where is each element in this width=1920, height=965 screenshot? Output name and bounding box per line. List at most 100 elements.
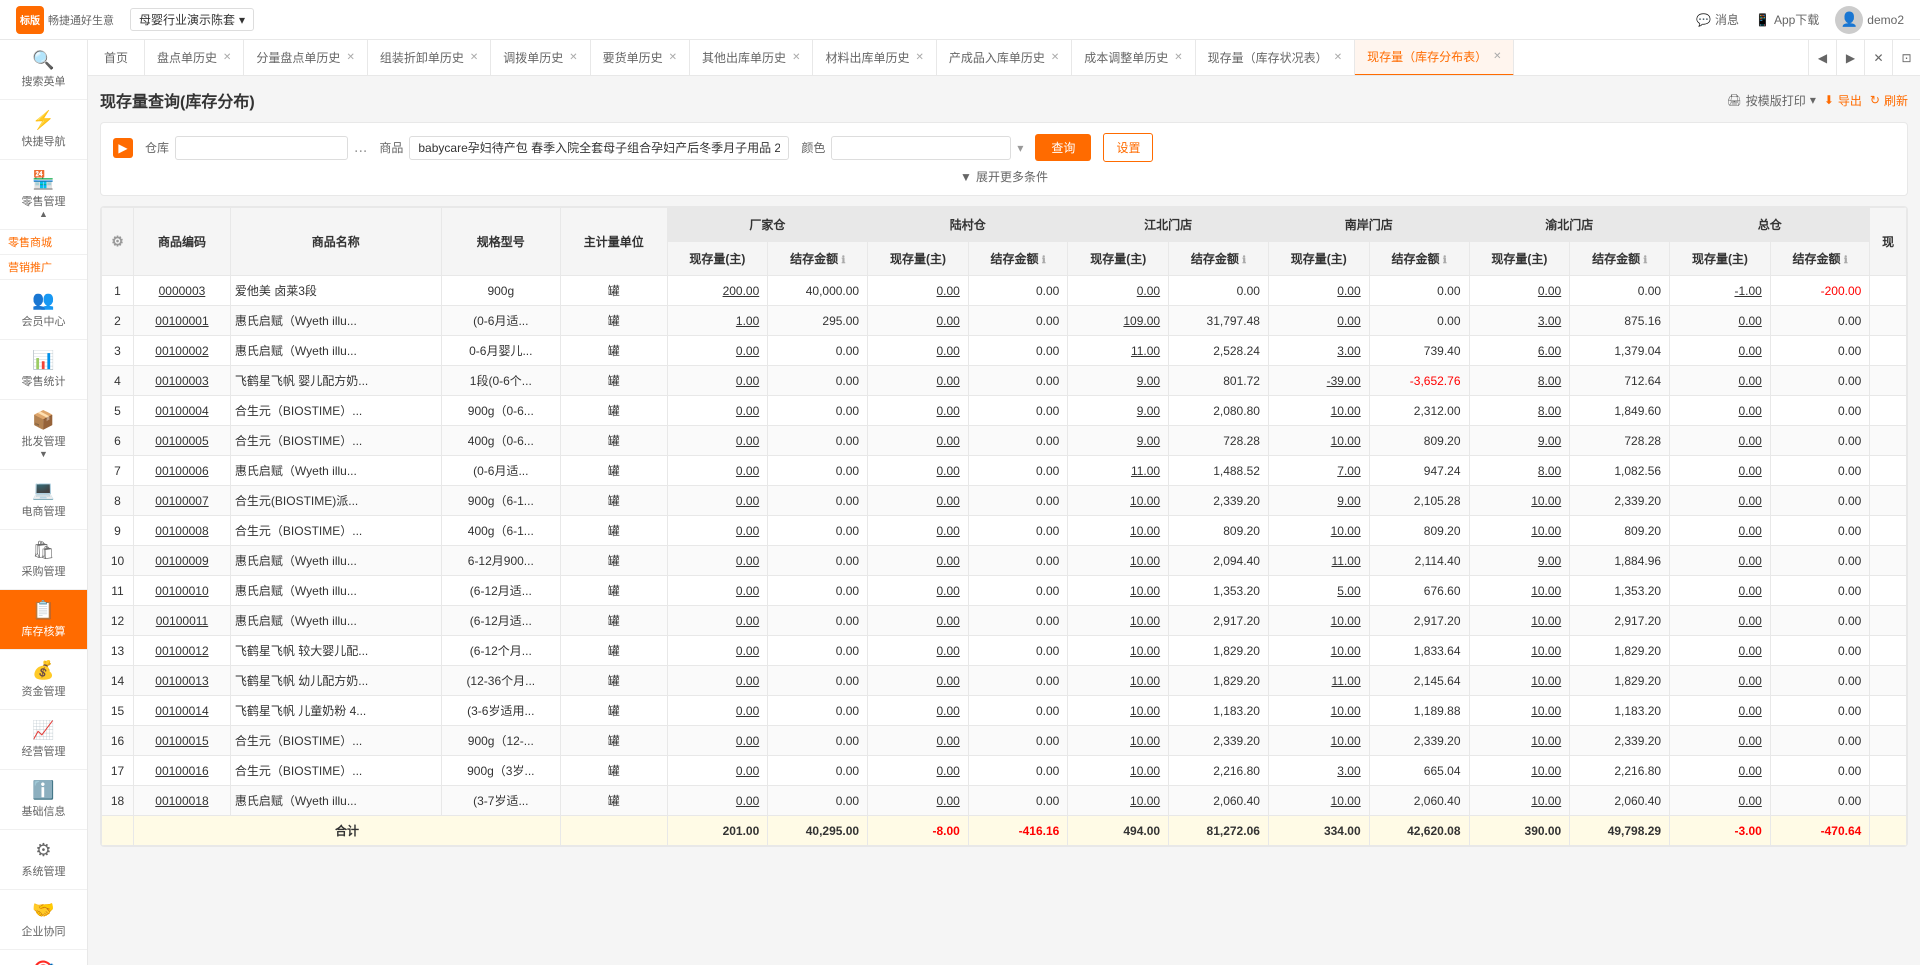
row-na-qty[interactable]: 10.00 [1268, 786, 1369, 816]
sidebar-item-inventory[interactable]: 📋 库存核算 [0, 590, 87, 650]
row-lu-qty[interactable]: 0.00 [868, 576, 969, 606]
row-t-qty[interactable]: 0.00 [1670, 516, 1771, 546]
row-lu-qty[interactable]: 0.00 [868, 306, 969, 336]
row-na-qty[interactable]: 10.00 [1268, 606, 1369, 636]
row-jb-qty[interactable]: 9.00 [1068, 396, 1169, 426]
row-jb-qty[interactable]: 10.00 [1068, 606, 1169, 636]
color-dropdown-icon[interactable]: ▾ [1017, 141, 1023, 155]
row-f-qty[interactable]: 0.00 [667, 756, 768, 786]
row-f-qty[interactable]: 0.00 [667, 726, 768, 756]
row-yb-qty[interactable]: 6.00 [1469, 336, 1570, 366]
row-code[interactable]: 00100018 [134, 786, 231, 816]
row-t-qty[interactable]: 0.00 [1670, 756, 1771, 786]
row-code[interactable]: 00100010 [134, 576, 231, 606]
sidebar-item-operations[interactable]: 📈 经营管理 [0, 710, 87, 770]
row-yb-qty[interactable]: 10.00 [1469, 516, 1570, 546]
row-lu-qty[interactable]: 0.00 [868, 486, 969, 516]
row-na-qty[interactable]: 10.00 [1268, 636, 1369, 666]
row-na-qty[interactable]: -39.00 [1268, 366, 1369, 396]
tab-assemble[interactable]: 组装折卸单历史 ✕ [368, 40, 491, 76]
sidebar-item-quicknav[interactable]: ⚡ 快捷导航 [0, 100, 87, 160]
row-lu-qty[interactable]: 0.00 [868, 666, 969, 696]
row-f-qty[interactable]: 0.00 [667, 486, 768, 516]
tab-stocktake-close[interactable]: ✕ [223, 52, 231, 63]
row-lu-qty[interactable]: 0.00 [868, 426, 969, 456]
row-lu-qty[interactable]: 0.00 [868, 726, 969, 756]
row-jb-qty[interactable]: 10.00 [1068, 696, 1169, 726]
export-button[interactable]: ⬇ 导出 [1824, 92, 1862, 109]
row-na-qty[interactable]: 11.00 [1268, 546, 1369, 576]
tab-expand-btn[interactable]: ⊡ [1892, 40, 1920, 76]
row-lu-qty[interactable]: 0.00 [868, 606, 969, 636]
row-yb-qty[interactable]: 8.00 [1469, 396, 1570, 426]
tab-stocktake[interactable]: 盘点单历史 ✕ [145, 40, 244, 76]
row-yb-qty[interactable]: 10.00 [1469, 756, 1570, 786]
sidebar-item-collab[interactable]: 🤝 企业协同 [0, 890, 87, 950]
row-jb-qty[interactable]: 10.00 [1068, 486, 1169, 516]
tab-cost-adjust[interactable]: 成本调整单历史 ✕ [1072, 40, 1195, 76]
row-t-qty[interactable]: 0.00 [1670, 336, 1771, 366]
tab-close-all-btn[interactable]: ✕ [1864, 40, 1892, 76]
row-na-qty[interactable]: 10.00 [1268, 516, 1369, 546]
row-t-qty[interactable]: 0.00 [1670, 606, 1771, 636]
row-jb-qty[interactable]: 10.00 [1068, 576, 1169, 606]
sidebar-item-guide[interactable]: 🎯 新手引导 [0, 950, 87, 965]
row-yb-qty[interactable]: 3.00 [1469, 306, 1570, 336]
row-jb-qty[interactable]: 0.00 [1068, 276, 1169, 306]
filter-toggle-button[interactable]: ▶ [113, 138, 133, 158]
row-yb-qty[interactable]: 10.00 [1469, 666, 1570, 696]
row-yb-qty[interactable]: 10.00 [1469, 636, 1570, 666]
tab-part-stocktake[interactable]: 分量盘点单历史 ✕ [244, 40, 367, 76]
row-code[interactable]: 00100006 [134, 456, 231, 486]
row-code[interactable]: 00100008 [134, 516, 231, 546]
row-t-qty[interactable]: 0.00 [1670, 486, 1771, 516]
tab-stock-dist-close[interactable]: ✕ [1493, 51, 1501, 62]
row-lu-qty[interactable]: 0.00 [868, 516, 969, 546]
row-t-qty[interactable]: 0.00 [1670, 306, 1771, 336]
row-f-qty[interactable]: 0.00 [667, 366, 768, 396]
tab-material-out-close[interactable]: ✕ [915, 52, 923, 63]
row-yb-qty[interactable]: 10.00 [1469, 486, 1570, 516]
row-na-qty[interactable]: 10.00 [1268, 396, 1369, 426]
row-f-qty[interactable]: 0.00 [667, 426, 768, 456]
tab-product-in-close[interactable]: ✕ [1051, 52, 1059, 63]
row-yb-qty[interactable]: 10.00 [1469, 576, 1570, 606]
row-t-qty[interactable]: 0.00 [1670, 696, 1771, 726]
row-na-qty[interactable]: 5.00 [1268, 576, 1369, 606]
row-f-qty[interactable]: 0.00 [667, 456, 768, 486]
print-button[interactable]: 🖨 按模版打印 ▾ [1727, 92, 1816, 109]
row-jb-qty[interactable]: 10.00 [1068, 726, 1169, 756]
row-lu-qty[interactable]: 0.00 [868, 336, 969, 366]
row-yb-qty[interactable]: 0.00 [1469, 276, 1570, 306]
row-yb-qty[interactable]: 9.00 [1469, 546, 1570, 576]
row-code[interactable]: 00100002 [134, 336, 231, 366]
settings-button[interactable]: 设置 [1103, 133, 1153, 162]
row-t-qty[interactable]: 0.00 [1670, 726, 1771, 756]
row-yb-qty[interactable]: 8.00 [1469, 366, 1570, 396]
row-jb-qty[interactable]: 11.00 [1068, 456, 1169, 486]
tab-prev-btn[interactable]: ◀ [1808, 40, 1836, 76]
row-yb-qty[interactable]: 8.00 [1469, 456, 1570, 486]
row-f-qty[interactable]: 0.00 [667, 696, 768, 726]
row-code[interactable]: 00100015 [134, 726, 231, 756]
warehouse-dots[interactable]: ... [354, 139, 367, 157]
row-f-qty[interactable]: 0.00 [667, 516, 768, 546]
warehouse-input[interactable] [175, 136, 348, 160]
row-jb-qty[interactable]: 10.00 [1068, 546, 1169, 576]
sidebar-item-ecommerce[interactable]: 💻 电商管理 [0, 470, 87, 530]
sidebar-item-search[interactable]: 🔍 搜索英单 [0, 40, 87, 100]
user-profile[interactable]: 👤 demo2 [1835, 6, 1904, 34]
sidebar-item-basics[interactable]: ℹ️ 基础信息 [0, 770, 87, 830]
row-jb-qty[interactable]: 109.00 [1068, 306, 1169, 336]
row-na-qty[interactable]: 3.00 [1268, 756, 1369, 786]
row-code[interactable]: 00100007 [134, 486, 231, 516]
color-input[interactable] [831, 136, 1011, 160]
row-lu-qty[interactable]: 0.00 [868, 786, 969, 816]
row-code[interactable]: 00100011 [134, 606, 231, 636]
row-code[interactable]: 00100016 [134, 756, 231, 786]
row-f-qty[interactable]: 0.00 [667, 786, 768, 816]
tab-part-stocktake-close[interactable]: ✕ [346, 52, 354, 63]
row-yb-qty[interactable]: 10.00 [1469, 606, 1570, 636]
row-f-qty[interactable]: 1.00 [667, 306, 768, 336]
row-t-qty[interactable]: 0.00 [1670, 666, 1771, 696]
